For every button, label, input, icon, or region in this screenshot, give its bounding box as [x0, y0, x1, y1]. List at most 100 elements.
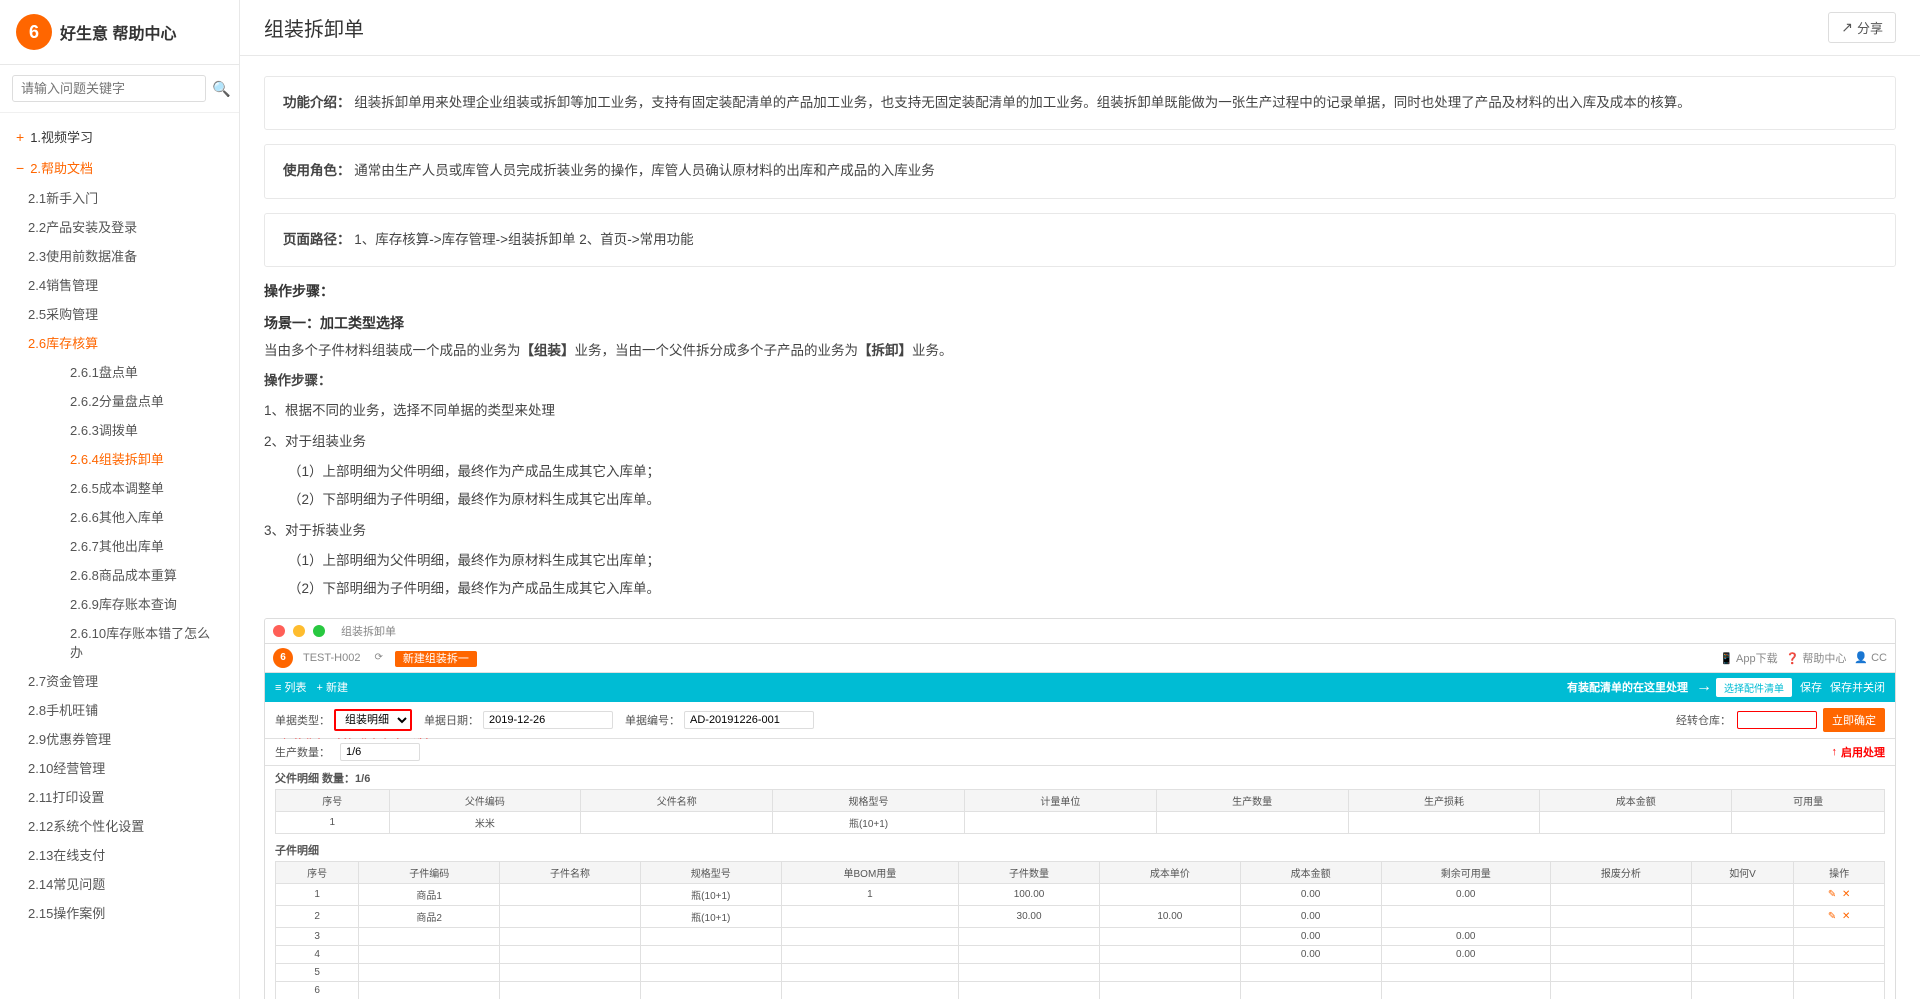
step-3-1: （1）上部明细为父件明细，最终作为原材料生成其它出库单；: [288, 549, 1896, 573]
sidebar-item-other-in[interactable]: 2.6.6其他入库单: [56, 502, 239, 531]
mock-qty-input[interactable]: [340, 743, 420, 761]
sidebar-item-docs[interactable]: − 2.帮助文档: [0, 152, 239, 183]
steps-title: 操作步骤：: [264, 281, 1896, 301]
sidebar-item-dataprep[interactable]: 2.3使用前数据准备: [28, 241, 239, 270]
screenshot-body: 6 TEST-H002 ⟳ 新建组装拆一 📱 App下载 ❓ 帮助中心 👤 CC: [265, 644, 1895, 999]
search-input[interactable]: [12, 75, 206, 102]
share-icon: ↗: [1841, 19, 1853, 36]
search-button[interactable]: 🔍: [212, 80, 231, 98]
sidebar-item-install[interactable]: 2.2产品安装及登录: [28, 212, 239, 241]
mock-help-icon: ❓ 帮助中心: [1786, 650, 1847, 666]
sidebar-item-cases[interactable]: 2.15操作案例: [28, 898, 239, 927]
screenshot-title: 组装拆卸单: [341, 623, 396, 639]
sidebar-item-assembly[interactable]: 2.6.4组装拆卸单: [56, 444, 239, 473]
content-area: 功能介绍： 组装拆卸单用来处理企业组装或拆卸等加工业务，支持有固定装配清单的产品…: [240, 56, 1920, 999]
sidebar-item-print[interactable]: 2.11打印设置: [28, 782, 239, 811]
sidebar-item-cost-recalc[interactable]: 2.6.8商品成本重算: [56, 560, 239, 589]
sidebar-item-newbie[interactable]: 2.1新手入门: [28, 183, 239, 212]
sidebar-item-sales[interactable]: 2.4销售管理: [28, 270, 239, 299]
mock-num-label: 单据编号：: [625, 712, 680, 728]
sidebar-item-faq[interactable]: 2.14常见问题: [28, 869, 239, 898]
maximize-icon: [313, 625, 325, 637]
th-available: 可用量: [1732, 789, 1885, 811]
table-row: 40.000.00: [276, 945, 1885, 963]
screenshot-titlebar: 组装拆卸单: [265, 619, 1895, 644]
sidebar-item-payment[interactable]: 2.13在线支付: [28, 840, 239, 869]
delete-icon[interactable]: ✕: [1842, 889, 1850, 900]
mock-warehouse-input[interactable]: [1737, 711, 1817, 729]
mock-right-actions: 经转仓库： 立即确定: [1676, 708, 1885, 732]
edit-icon[interactable]: ✎: [1828, 911, 1836, 922]
mock-date-field: 单据日期：: [424, 711, 613, 729]
role-text: 通常由生产人员或库管人员完成折装业务的操作，库管人员确认原材料的出库和产成品的入…: [354, 163, 935, 178]
sidebar-item-inventory-error[interactable]: 2.6.10库存账本错了怎么办: [56, 618, 239, 666]
sidebar-item-ops[interactable]: 2.10经营管理: [28, 753, 239, 782]
plus-icon: +: [16, 129, 24, 145]
sidebar-item-video[interactable]: + 1.视频学习: [0, 121, 239, 152]
search-box[interactable]: 🔍: [0, 65, 239, 113]
mock-annotation1: 有装配清单的在这里处理: [1567, 679, 1688, 695]
mock-doc-num: TEST-H002: [303, 652, 360, 664]
delete-icon[interactable]: ✕: [1842, 911, 1850, 922]
arrow-annotation-icon: ↑: [1832, 746, 1838, 758]
close-icon: [273, 625, 285, 637]
sidebar-item-partial-stocktake[interactable]: 2.6.2分量盘点单: [56, 386, 239, 415]
sidebar-item-purchase[interactable]: 2.5采购管理: [28, 299, 239, 328]
annotation-enable: ↑ 启用处理: [1832, 744, 1886, 760]
arrow-right-icon: →: [1696, 678, 1712, 696]
mock-num-field: 单据编号：: [625, 711, 814, 729]
mock-child-table-title: 子件明细: [275, 842, 1885, 858]
mock-child-table-container: 子件明细 序号 子件编码 子件名称 规格型号 单BOM用量 子件数量 成本单价: [265, 838, 1895, 999]
sidebar-item-other-out[interactable]: 2.6.7其他出库单: [56, 531, 239, 560]
sidebar-item-stocktake[interactable]: 2.6.1盘点单: [56, 357, 239, 386]
sidebar-item-finance[interactable]: 2.7资金管理: [28, 666, 239, 695]
sidebar-header: 6 好生意 帮助中心: [0, 0, 239, 65]
mock-new-btn[interactable]: 新建组装拆一: [395, 651, 477, 667]
th-spec: 规格型号: [773, 789, 965, 811]
edit-icon[interactable]: ✎: [1828, 889, 1836, 900]
mock-date-input[interactable]: [483, 711, 613, 729]
annotation-enable-text: 启用处理: [1841, 744, 1885, 760]
sidebar-item-inventory-ledger[interactable]: 2.6.9库存账本查询: [56, 589, 239, 618]
role-label: 使用角色：: [283, 163, 351, 178]
sidebar-item-cost-adjust[interactable]: 2.6.5成本调整单: [56, 473, 239, 502]
mock-topbar: 6 TEST-H002 ⟳ 新建组装拆一 📱 App下载 ❓ 帮助中心 👤 CC: [265, 644, 1895, 673]
th-seq: 序号: [276, 789, 390, 811]
main-content: 组装拆卸单 ↗ 分享 功能介绍： 组装拆卸单用来处理企业组装或拆卸等加工业务，支…: [240, 0, 1920, 999]
mock-type-select[interactable]: 组装明细 拆卸明细: [334, 709, 412, 731]
mock-form-row2: 生产数量： ↑ 启用处理: [265, 739, 1895, 766]
mock-save-btn[interactable]: 保存: [1800, 679, 1822, 695]
sidebar-item-mobile[interactable]: 2.8手机旺铺: [28, 695, 239, 724]
mock-new-btn2[interactable]: + 新建: [316, 679, 347, 695]
sidebar-item-inventory[interactable]: 2.6库存核算: [28, 328, 239, 357]
mock-warehouse-label: 经转仓库：: [1676, 712, 1731, 728]
mock-num-input[interactable]: [684, 711, 814, 729]
step-title: 操作步骤：: [264, 369, 1896, 393]
th-parent-name: 父件名称: [581, 789, 773, 811]
path-text: 1、库存核算->库存管理->组装拆卸单 2、首页->常用功能: [354, 232, 693, 247]
sidebar-item-system[interactable]: 2.12系统个性化设置: [28, 811, 239, 840]
sidebar-item-transfer[interactable]: 2.6.3调拨单: [56, 415, 239, 444]
mock-save-close-btn[interactable]: 保存并关闭: [1830, 679, 1885, 695]
th-cost: 成本金额: [1540, 789, 1732, 811]
mock-logo: 6: [273, 648, 293, 668]
sidebar: 6 好生意 帮助中心 🔍 + 1.视频学习 − 2.帮助文档 2.1新手入门 2…: [0, 0, 240, 999]
mock-right-nav: 📱 App下载 ❓ 帮助中心 👤 CC: [1720, 650, 1887, 666]
table-row: 30.000.00: [276, 927, 1885, 945]
sidebar-item-coupon[interactable]: 2.9优惠券管理: [28, 724, 239, 753]
app-name: 好生意 帮助中心: [60, 20, 176, 44]
logo-icon: 6: [16, 14, 52, 50]
screenshot-container: 组装拆卸单 6 TEST-H002 ⟳ 新建组装拆一 📱 App下载 ❓ 帮助中…: [264, 618, 1896, 999]
intro-label: 功能介绍：: [283, 95, 351, 110]
mock-select-template-btn[interactable]: 选择配件清单: [1716, 678, 1792, 697]
share-button[interactable]: ↗ 分享: [1828, 12, 1896, 43]
mock-teal-bar: ≡ 列表 + 新建 有装配清单的在这里处理 → 选择配件清单 保存 保存并关闭: [265, 673, 1895, 702]
mock-list-btn[interactable]: ≡ 列表: [275, 679, 306, 695]
mock-confirm-btn[interactable]: 立即确定: [1823, 708, 1885, 732]
scenario1-desc: 当由多个子件材料组装成一个成品的业务为【组装】业务，当由一个父件拆分成多个子产品…: [264, 339, 1896, 363]
th-qty: 生产数量: [1156, 789, 1348, 811]
step-1: 1、根据不同的业务，选择不同单据的类型来处理: [264, 399, 1896, 423]
table-row: 1 商品1 瓶(10+1) 1 100.00 0.00 0.00: [276, 883, 1885, 905]
path-block: 页面路径： 1、库存核算->库存管理->组装拆卸单 2、首页->常用功能: [264, 213, 1896, 267]
docs-subnav: 2.1新手入门 2.2产品安装及登录 2.3使用前数据准备 2.4销售管理 2.…: [0, 183, 239, 927]
